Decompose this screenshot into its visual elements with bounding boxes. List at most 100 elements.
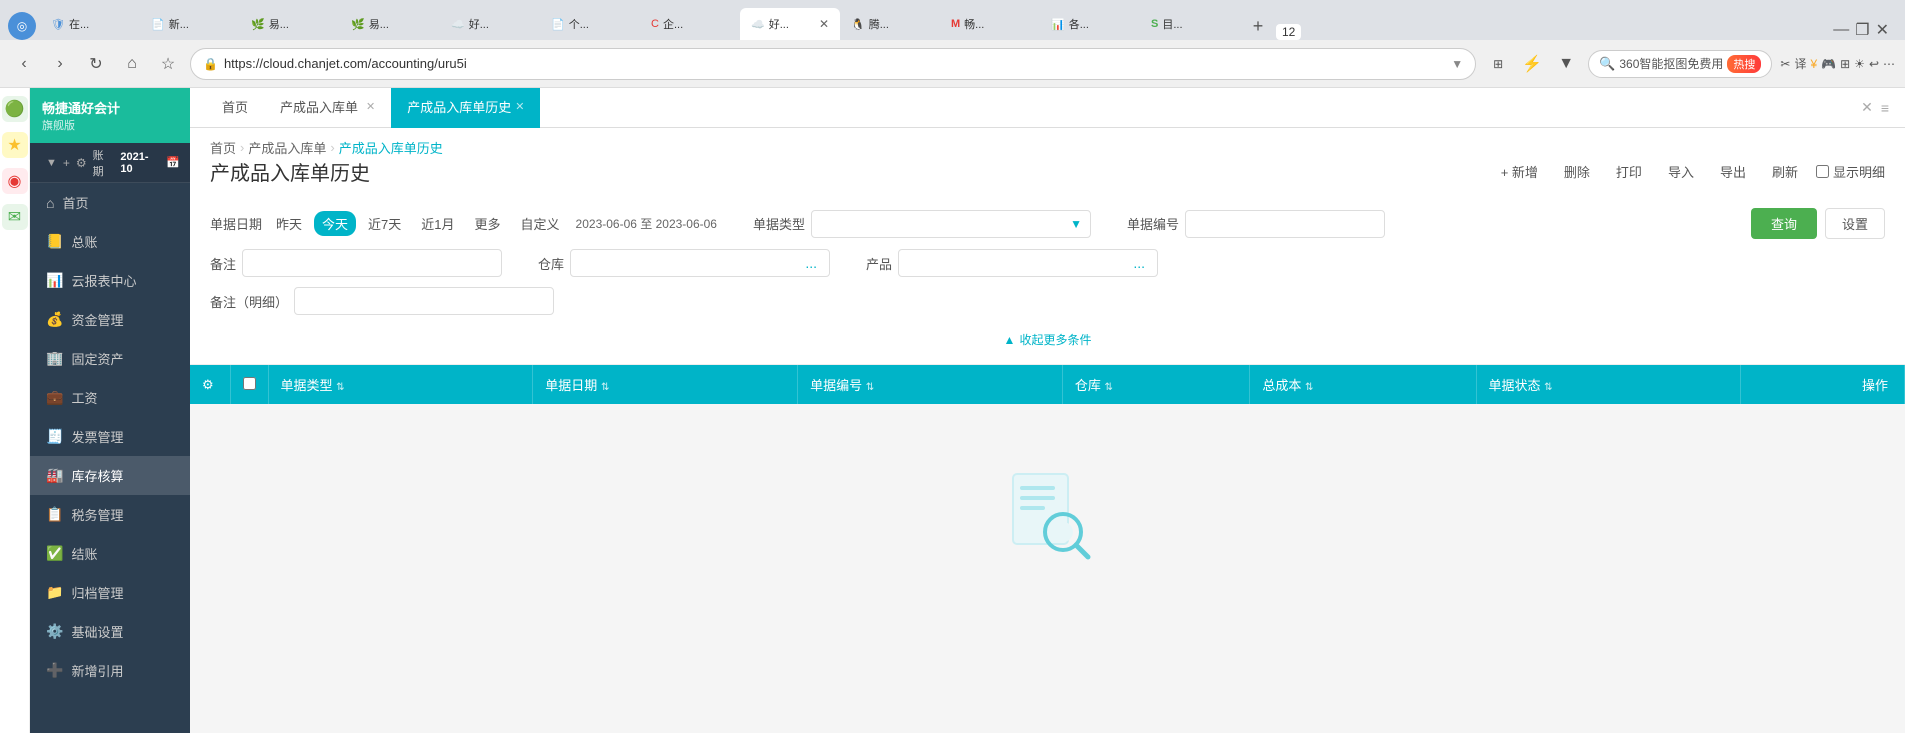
date-yesterday[interactable]: 昨天	[268, 211, 310, 236]
content-tab-history-close[interactable]: ✕	[515, 100, 524, 113]
note-filter-input[interactable]	[242, 249, 502, 277]
sidebar-item-cloud-report[interactable]: 📊 云报表中心	[30, 261, 190, 300]
sidebar-item-checkout[interactable]: ✅ 结账	[30, 534, 190, 573]
content-tab-list[interactable]: 产成品入库单 ✕	[264, 88, 391, 128]
sidebar-item-funds[interactable]: 💰 资金管理	[30, 300, 190, 339]
yuan-tool[interactable]: ¥	[1810, 57, 1817, 71]
new-tab-button[interactable]: +	[1244, 12, 1272, 40]
tab-hao2-active[interactable]: ☁️ 好... ✕	[740, 8, 840, 40]
tab-tencent[interactable]: 🐧 腾...	[840, 8, 940, 40]
th-date[interactable]: 单据日期 ⇅	[533, 365, 798, 404]
dropdown-button[interactable]: ▼	[1552, 50, 1580, 78]
sidebar-item-tax[interactable]: 📋 税务管理	[30, 495, 190, 534]
th-total-cost[interactable]: 总成本 ⇅	[1250, 365, 1476, 404]
app-icon-weibo[interactable]: ◉	[2, 168, 28, 194]
delete-button[interactable]: 删除	[1556, 158, 1598, 185]
undo-tool[interactable]: ↩	[1869, 57, 1879, 71]
add-button[interactable]: + 新增	[1493, 158, 1546, 185]
window-restore-btn[interactable]: ❐	[1855, 20, 1869, 40]
content-tab-home[interactable]: 首页	[206, 88, 264, 128]
search-query-button[interactable]: 查询	[1751, 208, 1817, 239]
browser-search-box[interactable]: 🔍 360智能抠图免费用 热搜	[1588, 50, 1772, 78]
sidebar-item-archive[interactable]: 📁 归档管理	[30, 573, 190, 612]
th-type[interactable]: 单据类型 ⇅	[268, 365, 533, 404]
sidebar-item-inventory[interactable]: 🏭 库存核算	[30, 456, 190, 495]
company-add-icon[interactable]: +	[63, 156, 70, 170]
tab-count-badge[interactable]: 12	[1276, 24, 1301, 40]
forward-button[interactable]: ›	[46, 50, 74, 78]
company-selector[interactable]: (勿删勿禁用）江西服宝测试专用 ▼ + ⚙ 账期 2021-10 📅	[30, 143, 190, 183]
product-select[interactable]: ...	[898, 249, 1158, 277]
number-filter-input[interactable]	[1185, 210, 1385, 238]
th-status[interactable]: 单据状态 ⇅	[1476, 365, 1741, 404]
more-content-icon[interactable]: ≡	[1881, 100, 1889, 116]
address-bar[interactable]: 🔒 https://cloud.chanjet.com/accounting/u…	[190, 48, 1476, 80]
collapse-button[interactable]: ▲ 收起更多条件	[1004, 325, 1092, 354]
game-tool[interactable]: 🎮	[1821, 57, 1836, 71]
window-close-btn[interactable]: ✕	[1876, 20, 1889, 40]
display-detail-checkbox[interactable]	[1816, 165, 1829, 178]
date-today[interactable]: 今天	[314, 211, 356, 236]
translate-tool[interactable]: 译	[1794, 55, 1806, 72]
export-button[interactable]: 导出	[1712, 158, 1754, 185]
tab-ge1[interactable]: 📄 个...	[540, 8, 640, 40]
date-custom[interactable]: 自定义	[513, 211, 568, 236]
sidebar-item-home[interactable]: ⌂ 首页	[30, 183, 190, 222]
app-icon-chanjet[interactable]: 🟢	[2, 96, 28, 122]
grid-tool[interactable]: ⊞	[1840, 57, 1850, 71]
display-detail-label[interactable]: 显示明细	[1816, 162, 1885, 181]
address-expand-icon[interactable]: ▼	[1451, 57, 1463, 71]
tab-close-7[interactable]: ✕	[819, 17, 829, 31]
tab-new1[interactable]: 📄 新...	[140, 8, 240, 40]
content-tab-list-close[interactable]: ✕	[366, 100, 375, 113]
breadcrumb-list[interactable]: 产成品入库单	[248, 138, 326, 157]
warehouse-dots[interactable]: ...	[801, 255, 821, 271]
warehouse-select[interactable]: ...	[570, 249, 830, 277]
type-select[interactable]: ▼	[811, 210, 1091, 238]
date-1month[interactable]: 近1月	[413, 211, 462, 236]
sidebar-item-invoice[interactable]: 🧾 发票管理	[30, 417, 190, 456]
app-icon-star[interactable]: ★	[2, 132, 28, 158]
th-warehouse[interactable]: 仓库 ⇅	[1062, 365, 1249, 404]
bookmark-button[interactable]: ☆	[154, 50, 182, 78]
tab-hao1[interactable]: ☁️ 好...	[440, 8, 540, 40]
th-gear[interactable]: ⚙	[190, 365, 230, 404]
tab-ge2[interactable]: 📊 各...	[1040, 8, 1140, 40]
sun-tool[interactable]: ☀	[1854, 57, 1865, 71]
select-all-checkbox[interactable]	[243, 377, 256, 390]
import-button[interactable]: 导入	[1660, 158, 1702, 185]
close-content-icon[interactable]: ✕	[1861, 99, 1873, 116]
sidebar-item-fixed-assets[interactable]: 🏢 固定资产	[30, 339, 190, 378]
window-minimize-btn[interactable]: —	[1833, 21, 1849, 39]
tab-yi2[interactable]: 🌿 易...	[340, 8, 440, 40]
app-icon-email[interactable]: ✉	[2, 204, 28, 230]
calendar-icon[interactable]: 📅	[166, 156, 180, 169]
company-settings-icon[interactable]: ⚙	[76, 156, 87, 170]
tab-mu[interactable]: S 目...	[1140, 8, 1240, 40]
tab-yi1[interactable]: 🌿 易...	[240, 8, 340, 40]
refresh-button[interactable]: 刷新	[1764, 158, 1806, 185]
menu-tool[interactable]: ⋯	[1883, 57, 1895, 71]
date-more[interactable]: 更多	[467, 211, 509, 236]
tab-zaidu[interactable]: 🛡 在...	[40, 8, 140, 40]
refresh-browser-button[interactable]: ↻	[82, 50, 110, 78]
nav-header[interactable]: 畅捷通好会计 旗舰版	[30, 88, 190, 143]
date-7days[interactable]: 近7天	[360, 211, 409, 236]
detail-note-filter-input[interactable]	[294, 287, 554, 315]
home-browser-button[interactable]: ⌂	[118, 50, 146, 78]
print-button[interactable]: 打印	[1608, 158, 1650, 185]
content-tab-history[interactable]: 产成品入库单历史 ✕	[391, 88, 540, 128]
sidebar-item-more[interactable]: ➕ 新增引用	[30, 651, 190, 690]
tab-chang[interactable]: M 畅...	[940, 8, 1040, 40]
sidebar-item-ledger[interactable]: 📒 总账	[30, 222, 190, 261]
th-checkbox[interactable]	[230, 365, 268, 404]
tab-qi1[interactable]: C 企...	[640, 8, 740, 40]
product-dots[interactable]: ...	[1129, 255, 1149, 271]
sidebar-item-payroll[interactable]: 💼 工资	[30, 378, 190, 417]
th-number[interactable]: 单据编号 ⇅	[798, 365, 1063, 404]
lightning-button[interactable]: ⚡	[1518, 50, 1546, 78]
filter-setting-button[interactable]: 设置	[1825, 208, 1885, 239]
sidebar-item-basic-settings[interactable]: ⚙️ 基础设置	[30, 612, 190, 651]
extensions-button[interactable]: ⊞	[1484, 50, 1512, 78]
scissors-tool[interactable]: ✂	[1780, 57, 1790, 71]
